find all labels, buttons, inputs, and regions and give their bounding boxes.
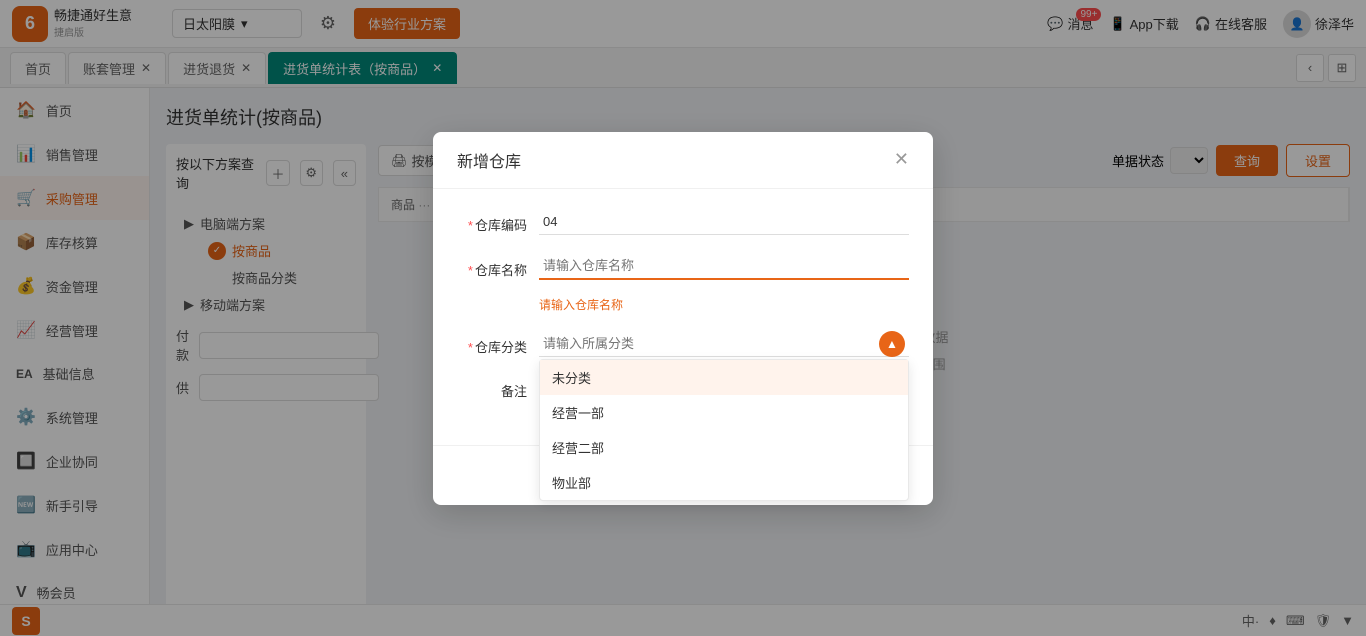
warehouse-name-error: 请输入仓库名称 xyxy=(539,298,623,312)
modal-overlay: 新增仓库 ✕ 仓库编码 仓库名称 请输入仓库名称 xyxy=(0,0,1366,636)
modal-title: 新增仓库 xyxy=(457,148,521,172)
modal-body: 仓库编码 仓库名称 请输入仓库名称 仓库分类 xyxy=(433,189,933,445)
warehouse-category-input[interactable] xyxy=(539,331,909,357)
modal-header: 新增仓库 ✕ xyxy=(433,132,933,189)
dropdown-item-property[interactable]: 物业部 xyxy=(540,465,908,500)
warehouse-code-label: 仓库编码 xyxy=(457,209,527,234)
modal-close-btn[interactable]: ✕ xyxy=(894,149,909,170)
warehouse-name-input[interactable] xyxy=(539,253,909,280)
warehouse-code-field: 仓库编码 xyxy=(457,209,909,235)
category-dropdown-list: 未分类 经营一部 经营二部 物业部 xyxy=(539,359,909,501)
warehouse-name-label: 仓库名称 xyxy=(457,254,527,279)
warehouse-code-input[interactable] xyxy=(539,209,909,235)
warehouse-category-select: ▲ 未分类 经营一部 经营二部 物业部 xyxy=(539,331,909,357)
category-dropdown-arrow[interactable]: ▲ xyxy=(879,331,905,357)
add-warehouse-modal: 新增仓库 ✕ 仓库编码 仓库名称 请输入仓库名称 xyxy=(433,132,933,505)
dropdown-item-dept2[interactable]: 经营二部 xyxy=(540,430,908,465)
warehouse-name-field: 仓库名称 请输入仓库名称 xyxy=(457,253,909,313)
dropdown-item-dept1[interactable]: 经营一部 xyxy=(540,395,908,430)
warehouse-category-field: 仓库分类 ▲ 未分类 经营一部 经营二部 xyxy=(457,331,909,357)
notes-label: 备注 xyxy=(457,375,527,400)
dropdown-item-uncategorized[interactable]: 未分类 xyxy=(540,360,908,395)
warehouse-category-label: 仓库分类 xyxy=(457,331,527,356)
